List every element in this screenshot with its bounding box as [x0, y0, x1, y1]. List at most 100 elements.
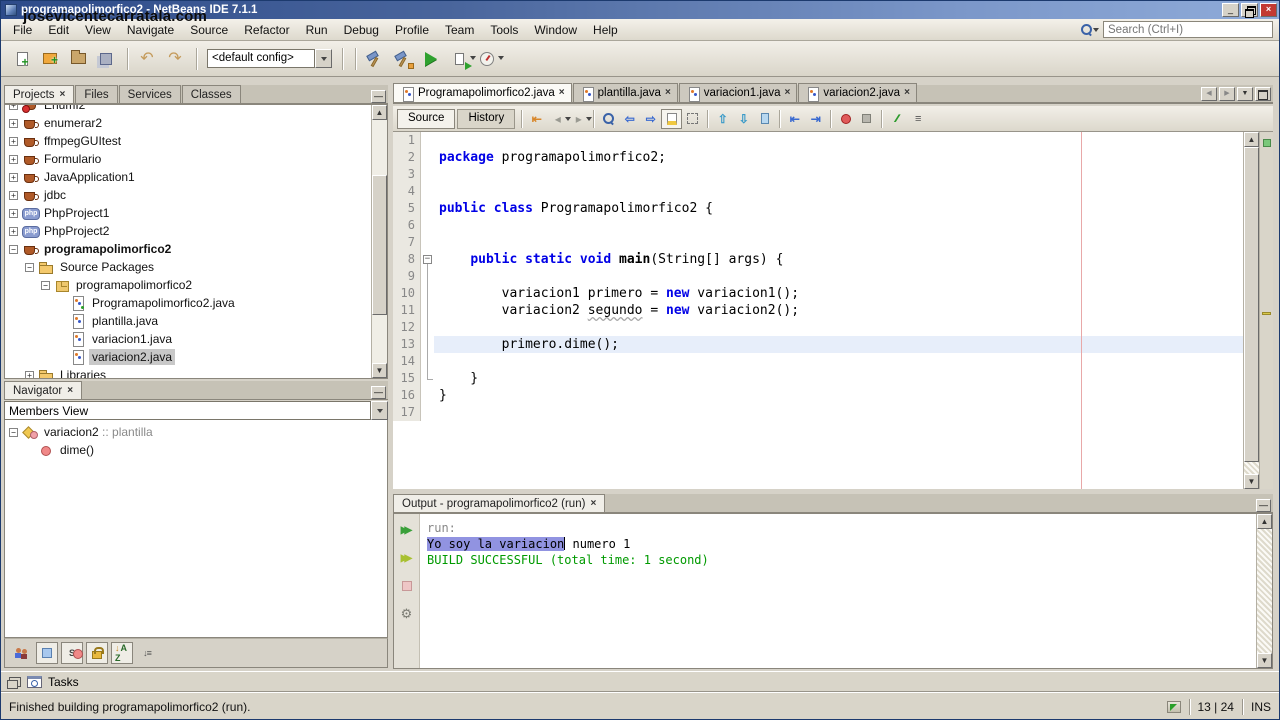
code-line[interactable]: 3	[393, 166, 1243, 183]
tree-row[interactable]: + Formulario	[5, 150, 371, 168]
code-line[interactable]: 10 variacion1 primero = new variacion1()…	[393, 285, 1243, 302]
tasks-bar[interactable]: Tasks	[1, 671, 1279, 691]
tree-item-label[interactable]: Formulario	[41, 151, 104, 167]
code-line[interactable]: 14	[393, 353, 1243, 370]
toggle-bookmark-button[interactable]	[754, 109, 775, 129]
tree-row[interactable]: − Source Packages	[5, 258, 371, 276]
tree-row[interactable]: + jdbc	[5, 186, 371, 204]
rerun-with-different-parameters-button[interactable]: ▶▶	[397, 548, 417, 568]
show-static-button[interactable]: S	[61, 642, 84, 664]
forward-button[interactable]: ▸	[568, 109, 593, 129]
tree-toggle-icon[interactable]: −	[9, 244, 18, 254]
comment-button[interactable]: ∕∕	[886, 109, 907, 129]
tree-item-label[interactable]: JavaApplication1	[41, 169, 138, 185]
tree-item-label[interactable]: variacion2.java	[89, 349, 176, 365]
menu-run[interactable]: Run	[298, 20, 336, 40]
tree-toggle-icon[interactable]: +	[9, 136, 18, 146]
code-line[interactable]: 5 public class Programapolimorfico2 {	[393, 200, 1243, 217]
window-group-icon[interactable]	[7, 676, 21, 689]
debug-project-button[interactable]	[446, 46, 476, 72]
code-line[interactable]: 2 package programapolimorfico2;	[393, 149, 1243, 166]
code-line[interactable]: 17	[393, 404, 1243, 421]
editor-tab-programapolimorfico2-java[interactable]: Programapolimorfico2.java ×	[393, 83, 572, 102]
sort-by-source-button[interactable]	[136, 642, 158, 664]
tree-toggle-icon[interactable]: +	[9, 118, 18, 128]
redo-button[interactable]: ↷	[162, 46, 188, 72]
editor-tab-plantilla-java[interactable]: plantilla.java ×	[572, 83, 678, 102]
close-icon[interactable]: ×	[60, 89, 66, 99]
menu-tools[interactable]: Tools	[482, 20, 526, 40]
navigator-view-selector[interactable]: Members View	[4, 401, 388, 420]
scroll-down-icon[interactable]: ▼	[1244, 474, 1259, 489]
uncomment-button[interactable]: ≡	[907, 109, 928, 129]
tree-row[interactable]: + EnumI2	[5, 105, 371, 114]
tree-toggle-icon[interactable]: +	[9, 105, 18, 110]
stop-macro-button[interactable]	[856, 109, 877, 129]
tree-row[interactable]: variacion2.java	[5, 348, 371, 366]
find-button[interactable]	[598, 109, 619, 129]
code-line[interactable]: 1	[393, 132, 1243, 149]
tree-row[interactable]: + Libraries	[5, 366, 371, 378]
code-line[interactable]: 11 variacion2 segundo = new variacion2()…	[393, 302, 1243, 319]
tree-item-label[interactable]: programapolimorfico2	[41, 241, 174, 257]
scroll-tabs-right-icon[interactable]: ▶	[1219, 87, 1235, 101]
tree-item-label[interactable]: programapolimorfico2	[73, 277, 195, 293]
menu-debug[interactable]: Debug	[336, 20, 387, 40]
tree-item-label[interactable]: variacion2 :: plantilla	[41, 424, 156, 440]
tree-row[interactable]: − programapolimorfico2	[5, 240, 371, 258]
tree-row[interactable]: + PhpProject2	[5, 222, 371, 240]
maximize-window-icon[interactable]	[1255, 87, 1271, 101]
menu-help[interactable]: Help	[585, 20, 626, 40]
menu-window[interactable]: Window	[526, 20, 585, 40]
tree-row[interactable]: − programapolimorfico2	[5, 276, 371, 294]
scroll-down-icon[interactable]: ▼	[372, 363, 387, 378]
sort-alphabetically-button[interactable]: AZ	[111, 642, 133, 664]
restore-button[interactable]	[1241, 3, 1258, 18]
scroll-down-icon[interactable]: ▼	[1257, 653, 1272, 668]
shift-right-button[interactable]: ⇥	[805, 109, 826, 129]
build-project-button[interactable]	[362, 46, 388, 72]
output-console[interactable]: run: Yo soy la variacion numero 1 BUILD SU…	[420, 514, 1256, 668]
code-line[interactable]: 16}	[393, 387, 1243, 404]
tab-services[interactable]: Services	[118, 85, 181, 103]
save-all-button[interactable]	[93, 46, 119, 72]
show-non-public-button[interactable]	[86, 642, 108, 664]
tree-item-label[interactable]: enumerar2	[41, 115, 105, 131]
tree-item-label[interactable]: variacion1.java	[89, 331, 175, 347]
search-input[interactable]	[1103, 21, 1273, 38]
open-project-button[interactable]	[65, 46, 91, 72]
profile-project-button[interactable]	[474, 46, 504, 72]
close-icon[interactable]: ×	[67, 385, 73, 395]
tree-toggle-icon[interactable]: −	[9, 427, 18, 437]
fold-toggle-icon[interactable]: −	[423, 255, 432, 264]
shift-left-button[interactable]: ⇤	[784, 109, 805, 129]
tree-item-label[interactable]: jdbc	[41, 187, 69, 203]
projects-scrollbar[interactable]: ▲ ▼	[371, 105, 387, 378]
close-icon[interactable]: ×	[590, 498, 596, 508]
scrollbar-thumb[interactable]	[1244, 147, 1259, 462]
tab-navigator[interactable]: Navigator ×	[4, 381, 83, 399]
tree-row[interactable]: plantilla.java	[5, 312, 371, 330]
tree-toggle-icon[interactable]: +	[25, 370, 34, 378]
close-icon[interactable]: ×	[559, 88, 565, 98]
config-combo[interactable]: <default config>	[207, 49, 332, 68]
warning-mark[interactable]	[1262, 312, 1271, 315]
run-project-button[interactable]	[418, 46, 444, 72]
code-line[interactable]: 13 primero.dime();	[393, 336, 1243, 353]
scroll-tabs-left-icon[interactable]: ◀	[1201, 87, 1217, 101]
tree-toggle-icon[interactable]: +	[9, 172, 18, 182]
history-view-button[interactable]: History	[457, 108, 516, 129]
rectangular-selection-button[interactable]	[682, 109, 703, 129]
tasks-label[interactable]: Tasks	[48, 675, 79, 689]
output-scrollbar[interactable]: ▲ ▼	[1256, 514, 1272, 668]
code-line[interactable]: 12	[393, 319, 1243, 336]
stop-build-button[interactable]	[397, 576, 417, 596]
close-button[interactable]: ×	[1260, 3, 1277, 17]
tree-item-label[interactable]: ffmpegGUItest	[41, 133, 124, 149]
tree-item-label[interactable]: EnumI2	[41, 105, 88, 113]
new-project-button[interactable]	[37, 46, 63, 72]
code-line[interactable]: 4	[393, 183, 1243, 200]
minimize-button[interactable]: _	[1222, 3, 1239, 17]
chevron-down-icon[interactable]	[315, 49, 332, 68]
tab-files[interactable]: Files	[75, 85, 118, 103]
